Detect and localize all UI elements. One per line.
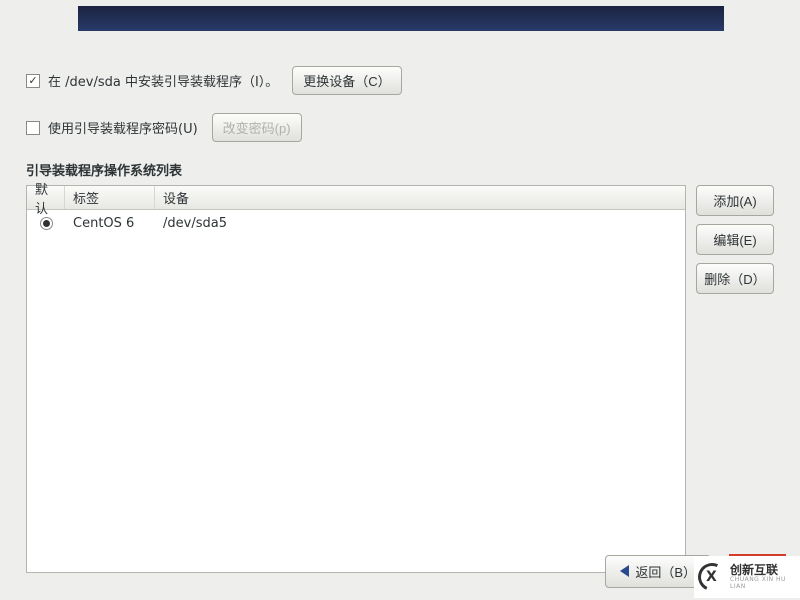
- row-default-radio[interactable]: [27, 217, 65, 230]
- install-bootloader-label: 在 /dev/sda 中安装引导装载程序（I）。: [48, 71, 278, 90]
- install-bootloader-row: 在 /dev/sda 中安装引导装载程序（I）。 更换设备（C）: [26, 66, 774, 95]
- row-device: /dev/sda5: [155, 216, 685, 231]
- top-banner: [78, 6, 724, 31]
- back-button-label: 返回（B）: [635, 562, 696, 581]
- row-label: CentOS 6: [65, 216, 155, 231]
- table-empty-area: [27, 236, 685, 572]
- col-device[interactable]: 设备: [155, 186, 685, 209]
- use-password-checkbox[interactable]: [26, 121, 40, 135]
- watermark-logo-icon: [694, 559, 730, 595]
- os-list-title: 引导装载程序操作系统列表: [26, 160, 774, 179]
- os-table-header: 默认 标签 设备: [27, 186, 685, 210]
- side-buttons: 添加(A) 编辑(E) 删除（D）: [696, 185, 774, 294]
- col-default[interactable]: 默认: [27, 186, 65, 209]
- table-row[interactable]: CentOS 6 /dev/sda5: [27, 210, 685, 236]
- bootloader-password-row: 使用引导装载程序密码(U) 改变密码(p): [26, 113, 774, 142]
- use-password-label: 使用引导装载程序密码(U): [48, 118, 198, 137]
- arrow-left-icon: [620, 565, 629, 577]
- change-device-button[interactable]: 更换设备（C）: [292, 66, 401, 95]
- edit-button[interactable]: 编辑(E): [696, 224, 774, 255]
- footer-nav: 返回（B）: [0, 554, 800, 588]
- col-label[interactable]: 标签: [65, 186, 155, 209]
- watermark-brand-en: CHUANG XIN HU LIAN: [730, 577, 800, 590]
- watermark: 创新互联 CHUANG XIN HU LIAN: [694, 556, 800, 598]
- install-bootloader-checkbox[interactable]: [26, 74, 40, 88]
- delete-button[interactable]: 删除（D）: [696, 263, 774, 294]
- main-content: 在 /dev/sda 中安装引导装载程序（I）。 更换设备（C） 使用引导装载程…: [26, 66, 774, 573]
- os-list-container: 默认 标签 设备 CentOS 6 /dev/sda5 添加(A) 编辑(E) …: [26, 185, 774, 573]
- change-password-button: 改变密码(p): [212, 113, 302, 142]
- os-table: 默认 标签 设备 CentOS 6 /dev/sda5: [26, 185, 686, 573]
- add-button[interactable]: 添加(A): [696, 185, 774, 216]
